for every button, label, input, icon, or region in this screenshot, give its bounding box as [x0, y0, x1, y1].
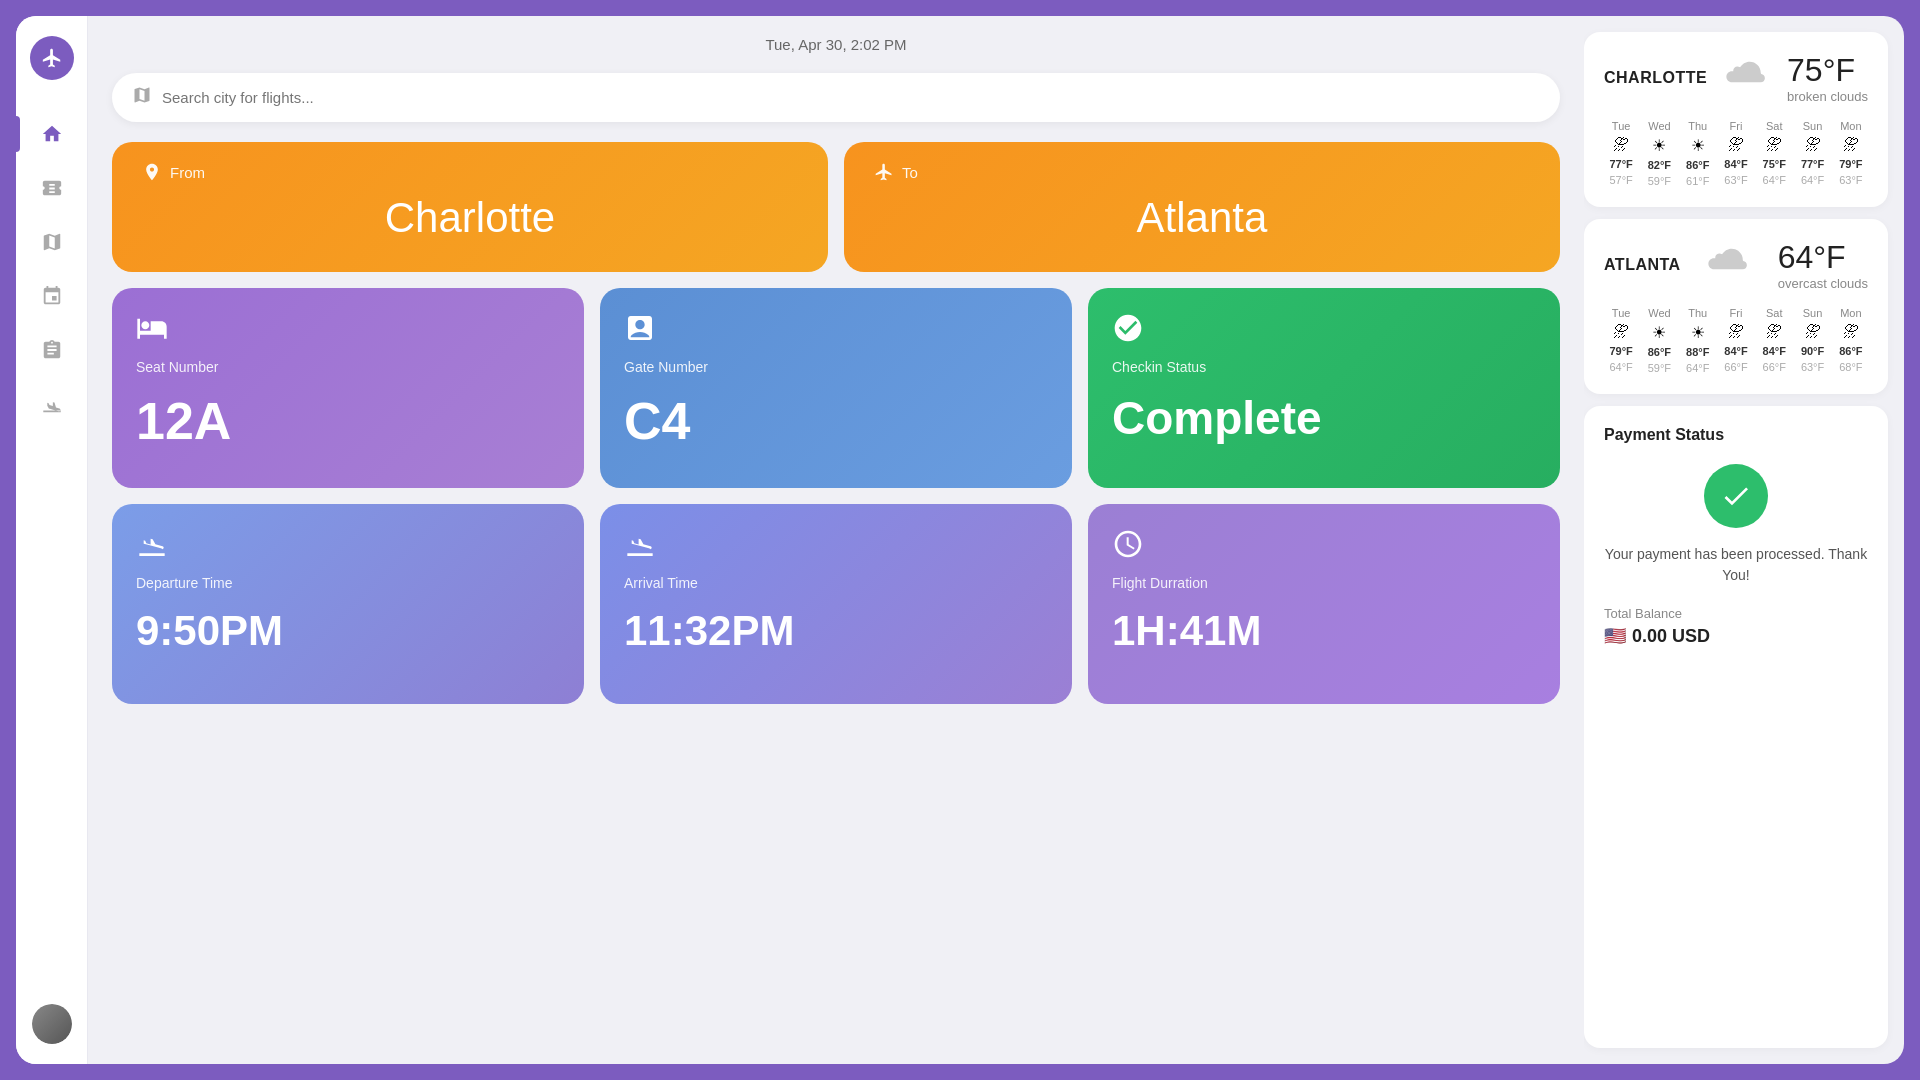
arrival-value: 11:32PM [624, 607, 1048, 655]
charlotte-temp-block: 75°F broken clouds [1787, 52, 1868, 104]
sidebar-item-flights[interactable] [28, 380, 76, 428]
payment-balance-value: 🇺🇸 0.00 USD [1604, 625, 1868, 647]
weather-day-item: Mon⛈86°F68°F [1834, 307, 1868, 374]
departure-icon [136, 528, 560, 567]
to-label: To [874, 162, 1530, 182]
seat-value: 12A [136, 391, 560, 451]
atlanta-weather-header: ATLANTA 64°F overcast clouds [1604, 239, 1868, 291]
charlotte-weather-card: CHARLOTTE 75°F broken clouds Tue⛈77°F57°… [1584, 32, 1888, 207]
arrival-icon [624, 528, 1048, 567]
departure-label: Departure Time [136, 575, 560, 591]
weather-day-item: Fri⛈84°F63°F [1719, 120, 1753, 187]
to-city: Atlanta [874, 194, 1530, 242]
duration-value: 1H:41M [1112, 607, 1536, 655]
charlotte-weather-header: CHARLOTTE 75°F broken clouds [1604, 52, 1868, 104]
charlotte-temp: 75°F [1787, 52, 1868, 89]
weather-day-item: Thu☀86°F61°F [1681, 120, 1715, 187]
departure-card: Departure Time 9:50PM [112, 504, 584, 704]
weather-day-item: Wed☀86°F59°F [1642, 307, 1676, 374]
route-row: From Charlotte To Atlanta [112, 142, 1560, 272]
weather-day-item: Sat⛈84°F66°F [1757, 307, 1791, 374]
payment-check-icon [1704, 464, 1768, 528]
info-row-2: Departure Time 9:50PM Arrival Time 11:32… [112, 504, 1560, 704]
atlanta-temp-block: 64°F overcast clouds [1778, 239, 1868, 291]
weather-day-item: Fri⛈84°F66°F [1719, 307, 1753, 374]
gate-card: Gate Number C4 [600, 288, 1072, 488]
dashboard-grid: From Charlotte To Atlanta [112, 142, 1560, 1044]
sidebar-item-map[interactable] [28, 218, 76, 266]
header: Tue, Apr 30, 2:02 PM [112, 36, 1560, 53]
duration-label: Flight Durration [1112, 575, 1536, 591]
header-datetime: Tue, Apr 30, 2:02 PM [112, 36, 1560, 53]
payment-card: Payment Status Your payment has been pro… [1584, 406, 1888, 1048]
app-container: Tue, Apr 30, 2:02 PM F [16, 16, 1904, 1064]
app-logo[interactable] [30, 36, 74, 80]
departure-value: 9:50PM [136, 607, 560, 655]
weather-day-item: Thu☀88°F64°F [1681, 307, 1715, 374]
sidebar-item-tickets[interactable] [28, 164, 76, 212]
atlanta-weather-card: ATLANTA 64°F overcast clouds Tue⛈79°F64°… [1584, 219, 1888, 394]
weather-day-item: Tue⛈77°F57°F [1604, 120, 1638, 187]
checkin-value: Complete [1112, 391, 1536, 445]
gate-label: Gate Number [624, 359, 1048, 375]
seat-icon [136, 312, 560, 351]
duration-card: Flight Durration 1H:41M [1088, 504, 1560, 704]
sidebar [16, 16, 88, 1064]
payment-message: Your payment has been processed. Thank Y… [1604, 544, 1868, 586]
sidebar-item-home[interactable] [28, 110, 76, 158]
weather-day-item: Sun⛈90°F63°F [1795, 307, 1829, 374]
from-card[interactable]: From Charlotte [112, 142, 828, 272]
atlanta-temp: 64°F [1778, 239, 1868, 276]
weather-day-item: Tue⛈79°F64°F [1604, 307, 1638, 374]
atlanta-desc: overcast clouds [1778, 276, 1868, 291]
arrival-card: Arrival Time 11:32PM [600, 504, 1072, 704]
flag-icon: 🇺🇸 [1604, 625, 1626, 647]
gate-value: C4 [624, 391, 1048, 451]
weather-day-item: Sat⛈75°F64°F [1757, 120, 1791, 187]
charlotte-cloud-icon [1725, 57, 1769, 99]
from-city: Charlotte [142, 194, 798, 242]
user-avatar[interactable] [32, 1004, 72, 1044]
duration-icon [1112, 528, 1536, 567]
search-icon [132, 85, 152, 110]
sidebar-item-clipboard[interactable] [28, 326, 76, 374]
main-content: Tue, Apr 30, 2:02 PM F [88, 16, 1584, 1064]
arrival-label: Arrival Time [624, 575, 1048, 591]
charlotte-desc: broken clouds [1787, 89, 1868, 104]
charlotte-city-name: CHARLOTTE [1604, 69, 1707, 87]
gate-icon [624, 312, 1048, 351]
search-bar [112, 73, 1560, 122]
weather-day-item: Mon⛈79°F63°F [1834, 120, 1868, 187]
atlanta-forecast: Tue⛈79°F64°FWed☀86°F59°FThu☀88°F64°FFri⛈… [1604, 307, 1868, 374]
weather-day-item: Sun⛈77°F64°F [1795, 120, 1829, 187]
info-row-1: Seat Number 12A Gate Number C4 [112, 288, 1560, 488]
weather-day-item: Wed☀82°F59°F [1642, 120, 1676, 187]
checkin-icon [1112, 312, 1536, 351]
to-card[interactable]: To Atlanta [844, 142, 1560, 272]
checkin-card: Checkin Status Complete [1088, 288, 1560, 488]
seat-label: Seat Number [136, 359, 560, 375]
atlanta-cloud-icon [1707, 244, 1751, 286]
search-input[interactable] [162, 89, 1540, 106]
payment-balance-label: Total Balance [1604, 606, 1868, 621]
from-label: From [142, 162, 798, 182]
sidebar-nav [16, 110, 87, 1004]
checkin-label: Checkin Status [1112, 359, 1536, 375]
sidebar-item-calendar[interactable] [28, 272, 76, 320]
atlanta-city-name: ATLANTA [1604, 256, 1681, 274]
right-panel: CHARLOTTE 75°F broken clouds Tue⛈77°F57°… [1584, 16, 1904, 1064]
payment-title: Payment Status [1604, 426, 1868, 444]
charlotte-forecast: Tue⛈77°F57°FWed☀82°F59°FThu☀86°F61°FFri⛈… [1604, 120, 1868, 187]
seat-card: Seat Number 12A [112, 288, 584, 488]
